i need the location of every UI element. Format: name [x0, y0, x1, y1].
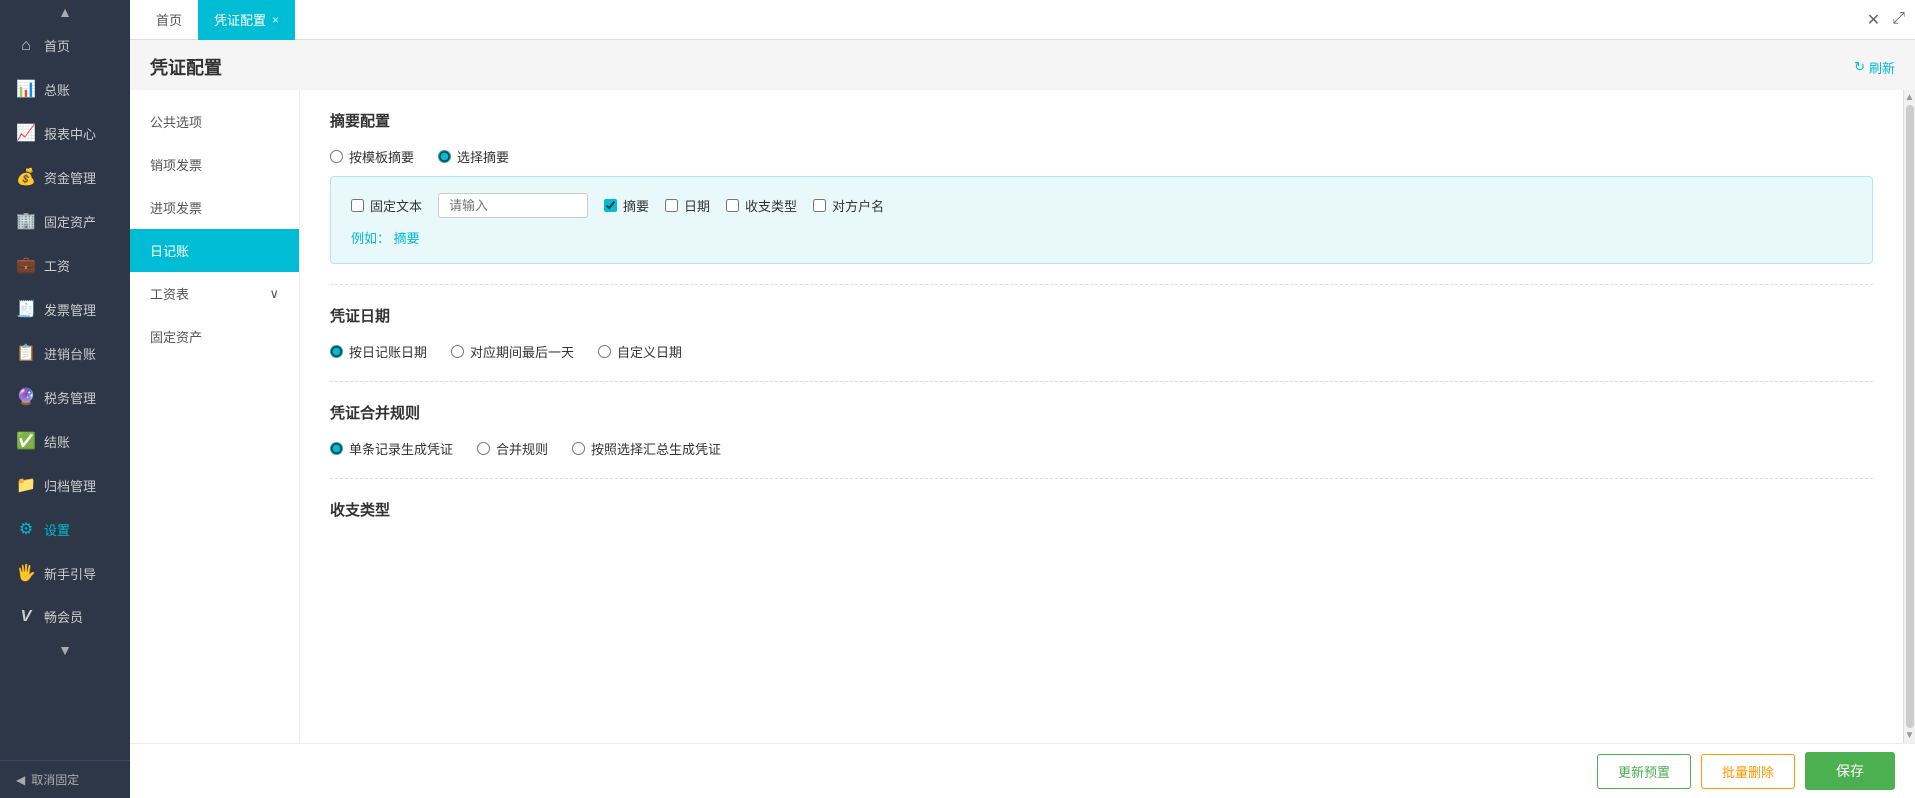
batch-delete-button[interactable]: 批量删除 — [1701, 754, 1795, 789]
tab-voucher-config[interactable]: 凭证配置 × — [198, 0, 295, 40]
cancel-pin-button[interactable]: ◀ 取消固定 — [0, 760, 130, 798]
abstract-example: 例如： 摘要 — [351, 228, 1852, 247]
update-preview-button[interactable]: 更新预置 — [1597, 754, 1691, 789]
sidebar-item-archive[interactable]: 📁 归档管理 — [0, 463, 130, 507]
save-button[interactable]: 保存 — [1805, 752, 1895, 790]
tab-bar-controls: ✕ ⤢ — [1867, 10, 1905, 30]
left-nav-purchase-invoice[interactable]: 进项发票 — [130, 186, 299, 229]
member-icon: V — [16, 608, 36, 626]
abstract-radio-group: 按模板摘要 选择摘要 — [330, 147, 1873, 166]
sidebar-item-report[interactable]: 📈 报表中心 — [0, 111, 130, 155]
sidebar-item-checkout[interactable]: ✅ 结账 — [0, 419, 130, 463]
income-type-section: 收支类型 — [330, 499, 1873, 556]
checkbox-date[interactable]: 日期 — [665, 196, 710, 215]
home-icon: ⌂ — [16, 37, 36, 55]
abstract-options-row: 固定文本 摘要 日期 收支类型 — [351, 193, 1852, 218]
left-nav-sales-invoice[interactable]: 销项发票 — [130, 143, 299, 186]
assets-icon: 🏢 — [16, 211, 36, 231]
sidebar-scroll-up[interactable]: ▲ — [0, 0, 130, 24]
window-expand-icon[interactable]: ⤢ — [1892, 10, 1905, 30]
refresh-icon: ↻ — [1854, 59, 1865, 75]
sidebar-item-purchase[interactable]: 📋 进销台账 — [0, 331, 130, 375]
voucher-date-title: 凭证日期 — [330, 305, 1873, 326]
sidebar-item-fund[interactable]: 💰 资金管理 — [0, 155, 130, 199]
guide-icon: 🖐 — [16, 563, 36, 583]
ledger-icon: 📊 — [16, 79, 36, 99]
purchase-icon: 📋 — [16, 343, 36, 363]
abstract-section: 摘要配置 按模板摘要 选择摘要 固定文本 — [330, 110, 1873, 285]
fixed-text-input[interactable] — [438, 193, 588, 218]
settings-icon: ⚙ — [16, 519, 36, 539]
tab-close-button[interactable]: × — [272, 13, 279, 27]
checkbox-counterpart[interactable]: 对方户名 — [813, 196, 884, 215]
sidebar-item-tax[interactable]: 🔮 税务管理 — [0, 375, 130, 419]
tax-icon: 🔮 — [16, 387, 36, 407]
radio-single-record[interactable]: 单条记录生成凭证 — [330, 439, 453, 458]
merge-rule-title: 凭证合并规则 — [330, 402, 1873, 423]
tab-home[interactable]: 首页 — [140, 0, 198, 40]
page-header: 凭证配置 ↻ 刷新 — [130, 40, 1915, 90]
income-type-title: 收支类型 — [330, 499, 1873, 520]
radio-select-abstract[interactable]: 选择摘要 — [438, 147, 509, 166]
checkbox-fixed-text[interactable]: 固定文本 — [351, 196, 422, 215]
radio-journal-date[interactable]: 按日记账日期 — [330, 342, 427, 361]
main-area: 首页 凭证配置 × ✕ ⤢ 凭证配置 ↻ 刷新 公共选项 销项发票 进 — [130, 0, 1915, 798]
sidebar-item-invoice[interactable]: 🧾 发票管理 — [0, 287, 130, 331]
checkbox-abstract[interactable]: 摘要 — [604, 196, 649, 215]
scrollbar[interactable]: ▲ ▼ — [1903, 90, 1915, 743]
radio-template-abstract[interactable]: 按模板摘要 — [330, 147, 414, 166]
sidebar-item-member[interactable]: V 畅会员 — [0, 595, 130, 638]
abstract-config-box: 固定文本 摘要 日期 收支类型 — [330, 176, 1873, 264]
radio-due-last-day[interactable]: 对应期间最后一天 — [451, 342, 574, 361]
left-nav-payroll[interactable]: 工资表 ∨ — [130, 272, 299, 315]
sidebar-item-ledger[interactable]: 📊 总账 — [0, 67, 130, 111]
left-nav: 公共选项 销项发票 进项发票 日记账 工资表 ∨ 固定资产 — [130, 90, 300, 743]
radio-select-summary[interactable]: 按照选择汇总生成凭证 — [572, 439, 721, 458]
invoice-icon: 🧾 — [16, 299, 36, 319]
archive-icon: 📁 — [16, 475, 36, 495]
pin-icon: ◀ — [16, 773, 25, 787]
voucher-date-radio-group: 按日记账日期 对应期间最后一天 自定义日期 — [330, 342, 1873, 361]
abstract-section-title: 摘要配置 — [330, 110, 1873, 131]
merge-rule-radio-group: 单条记录生成凭证 合并规则 按照选择汇总生成凭证 — [330, 439, 1873, 458]
sidebar-item-assets[interactable]: 🏢 固定资产 — [0, 199, 130, 243]
left-nav-public[interactable]: 公共选项 — [130, 100, 299, 143]
refresh-button[interactable]: ↻ 刷新 — [1854, 58, 1895, 77]
left-nav-journal[interactable]: 日记账 — [130, 229, 299, 272]
chevron-down-icon: ∨ — [269, 286, 279, 302]
salary-icon: 💼 — [16, 255, 36, 275]
right-content: 摘要配置 按模板摘要 选择摘要 固定文本 — [300, 90, 1903, 743]
fund-icon: 💰 — [16, 167, 36, 187]
bottom-bar: 更新预置 批量删除 保存 — [130, 743, 1915, 798]
checkout-icon: ✅ — [16, 431, 36, 451]
report-icon: 📈 — [16, 123, 36, 143]
sidebar-item-settings[interactable]: ⚙ 设置 — [0, 507, 130, 551]
sidebar: ▲ ⌂ 首页 📊 总账 📈 报表中心 💰 资金管理 🏢 固定资产 💼 工资 🧾 … — [0, 0, 130, 798]
left-nav-fixed-assets[interactable]: 固定资产 — [130, 315, 299, 358]
radio-merge-rule[interactable]: 合并规则 — [477, 439, 548, 458]
content-layout: 公共选项 销项发票 进项发票 日记账 工资表 ∨ 固定资产 摘要配置 — [130, 90, 1915, 743]
tab-bar: 首页 凭证配置 × ✕ ⤢ — [130, 0, 1915, 40]
checkbox-income-type[interactable]: 收支类型 — [726, 196, 797, 215]
sidebar-item-home[interactable]: ⌂ 首页 — [0, 24, 130, 67]
window-close-icon[interactable]: ✕ — [1867, 10, 1880, 30]
voucher-date-section: 凭证日期 按日记账日期 对应期间最后一天 自定义日期 — [330, 305, 1873, 382]
sidebar-item-guide[interactable]: 🖐 新手引导 — [0, 551, 130, 595]
radio-custom-date[interactable]: 自定义日期 — [598, 342, 682, 361]
merge-rule-section: 凭证合并规则 单条记录生成凭证 合并规则 按照选择汇总生成凭证 — [330, 402, 1873, 479]
sidebar-scroll-down[interactable]: ▼ — [0, 638, 130, 662]
sidebar-item-salary[interactable]: 💼 工资 — [0, 243, 130, 287]
page-title: 凭证配置 — [150, 54, 222, 80]
